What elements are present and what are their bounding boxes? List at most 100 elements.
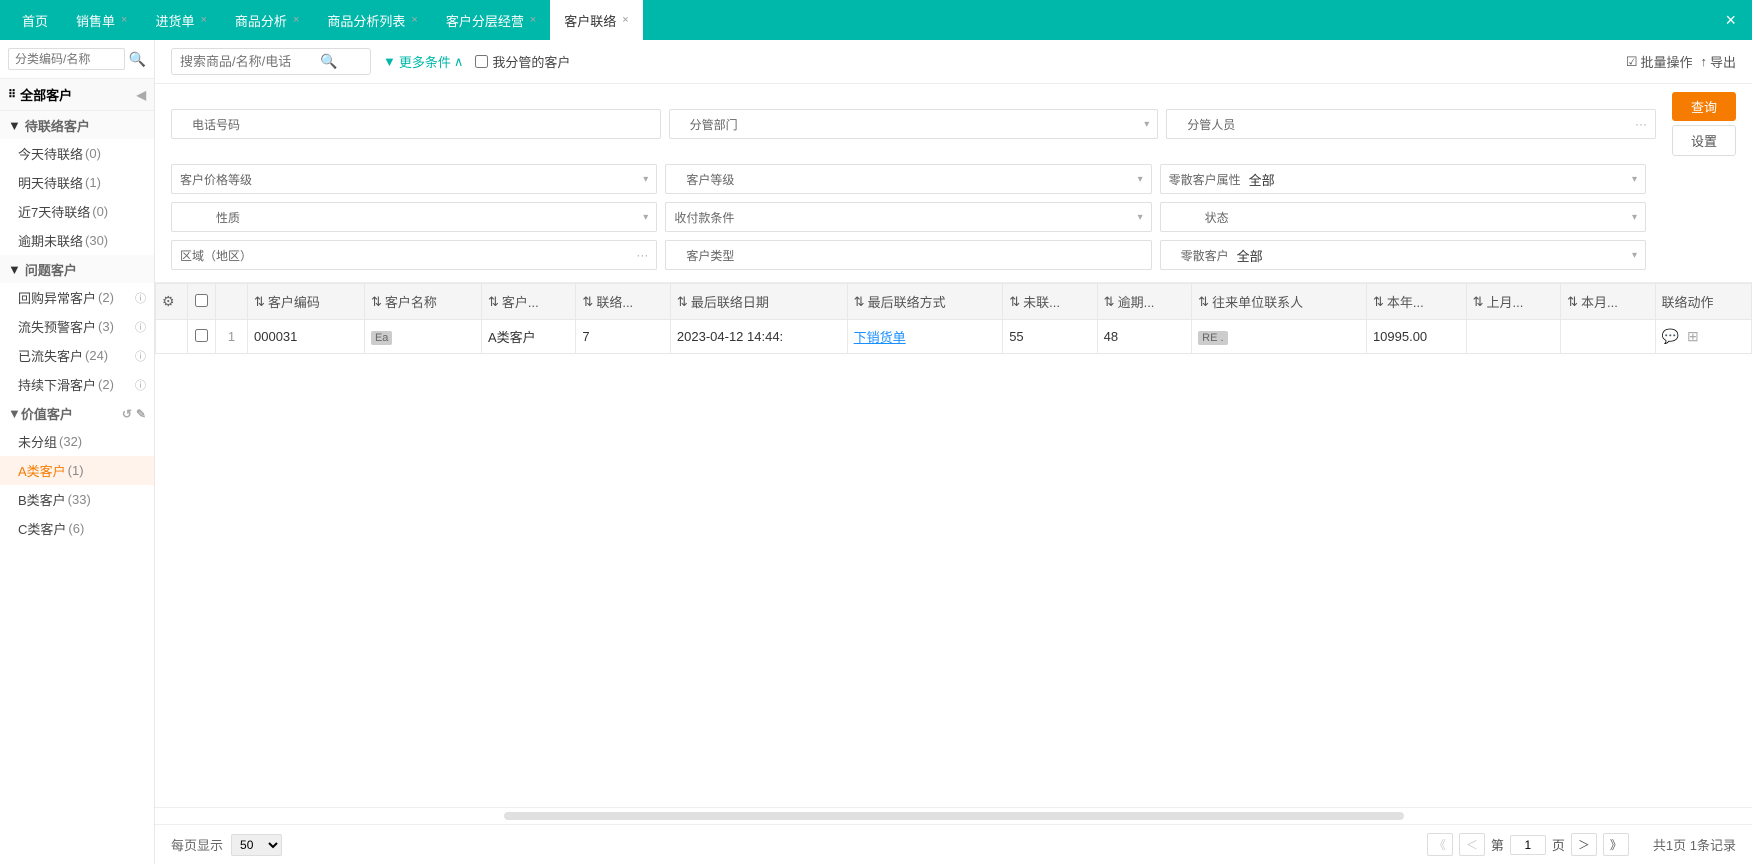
name-badge: Ea <box>371 331 392 345</box>
last-method-link[interactable]: 下销货单 <box>854 330 906 345</box>
page-size-label: 每页显示 <box>171 835 223 854</box>
sidebar-item-today-contact[interactable]: 今天待联络 (0) <box>0 139 154 168</box>
sidebar-item-churned[interactable]: 已流失客户 (24) ⓘ <box>0 341 154 370</box>
th-last-method[interactable]: ⇅ 最后联络方式 <box>847 284 1003 320</box>
td-no-contact: 55 <box>1003 320 1097 354</box>
chat-icon[interactable]: 💬 <box>1662 328 1679 345</box>
th-code[interactable]: ⇅ 客户编码 <box>248 284 365 320</box>
th-this-year[interactable]: ⇅ 本年... <box>1366 284 1466 320</box>
filter-region-input[interactable]: ··· <box>260 248 648 262</box>
edit-icon[interactable]: ✎ <box>136 407 146 421</box>
th-last-month[interactable]: ⇅ 上月... <box>1466 284 1560 320</box>
info-icon-2: ⓘ <box>135 319 146 335</box>
filter-row-2: 客户价格等级 ▾ 客户等级 ▾ 零散客户属性 全部 <box>171 164 1736 194</box>
filter-cust-level-select[interactable]: ▾ <box>742 174 1142 185</box>
close-tab-customer-tier[interactable]: × <box>530 14 536 26</box>
page-size-select[interactable]: 50 10 20 100 <box>231 834 282 856</box>
td-last-method[interactable]: 下销货单 <box>847 320 1003 354</box>
refresh-icon[interactable]: ↺ <box>122 407 132 421</box>
first-page-btn[interactable]: 《 <box>1427 833 1453 856</box>
page-input[interactable] <box>1510 835 1546 855</box>
th-last-date[interactable]: ⇅ 最后联络日期 <box>670 284 847 320</box>
prev-page-btn[interactable]: ＜ <box>1459 833 1485 856</box>
close-tab-customer-contact[interactable]: × <box>622 14 628 26</box>
sidebar-item-class-b[interactable]: B类客户 (33) <box>0 485 154 514</box>
row-checkbox-1[interactable] <box>195 329 208 342</box>
nav-tab-sales[interactable]: 销售单 × <box>62 0 141 40</box>
sidebar-item-class-a[interactable]: A类客户 (1) <box>0 456 154 485</box>
settings-col-icon[interactable]: ⚙ <box>162 293 175 310</box>
th-this-month[interactable]: ⇅ 本月... <box>1561 284 1655 320</box>
filter-dept[interactable]: 分管部门 ▾ <box>669 109 1159 139</box>
th-name[interactable]: ⇅ 客户名称 <box>364 284 481 320</box>
horizontal-scrollbar[interactable] <box>504 812 1404 820</box>
sidebar-item-tomorrow-contact[interactable]: 明天待联络 (1) <box>0 168 154 197</box>
sidebar-item-overdue-contact[interactable]: 逾期未联络 (30) <box>0 226 154 255</box>
filter-region[interactable]: 区域（地区） ··· <box>171 240 657 270</box>
th-no-contact[interactable]: ⇅ 未联... <box>1003 284 1097 320</box>
th-type[interactable]: ⇅ 客户... <box>481 284 575 320</box>
nav-tab-purchase[interactable]: 进货单 × <box>141 0 220 40</box>
last-page-btn[interactable]: 》 <box>1603 833 1629 856</box>
nav-tab-customer-tier[interactable]: 客户分层经营 × <box>432 0 550 40</box>
sidebar-item-unclassified[interactable]: 未分组 (32) <box>0 427 154 456</box>
filter-manager-select[interactable]: ··· <box>1243 117 1647 131</box>
th-settings[interactable]: ⚙ <box>156 284 188 320</box>
more-conditions-btn[interactable]: ▼ 更多条件 ∧ <box>383 52 463 71</box>
filter-retail[interactable]: 零散客户 全部 ▾ <box>1160 240 1646 270</box>
my-customers-checkbox[interactable] <box>475 55 488 68</box>
grid-icon: ⠿ <box>8 88 16 101</box>
td-last-date: 2023-04-12 14:44: <box>670 320 847 354</box>
main-search-icon[interactable]: 🔍 <box>320 53 337 70</box>
export-btn[interactable]: ↑ 导出 <box>1700 52 1736 71</box>
filter-customer-level[interactable]: 客户等级 ▾ <box>665 164 1151 194</box>
sidebar-search-icon[interactable]: 🔍 <box>129 51 146 68</box>
sidebar-item-repurchase-abnormal[interactable]: 回购异常客户 (2) ⓘ <box>0 283 154 312</box>
group-problem[interactable]: ▼ 问题客户 <box>0 255 154 283</box>
next-page-btn[interactable]: ＞ <box>1571 833 1597 856</box>
query-btn[interactable]: 查询 <box>1672 92 1736 121</box>
filter-retail-select[interactable]: 全部 ▾ <box>1237 246 1637 265</box>
td-action: 💬 ⊞ <box>1655 320 1751 354</box>
filter-retail-attr[interactable]: 零散客户属性 全部 ▾ <box>1160 164 1646 194</box>
th-unit-contact[interactable]: ⇅ 往来单位联系人 <box>1192 284 1367 320</box>
settings-btn[interactable]: 设置 <box>1672 125 1736 156</box>
filter-cust-type-label: 客户类型 <box>674 247 734 264</box>
filter-payment[interactable]: 收付款条件 ▾ <box>665 202 1151 232</box>
qr-icon[interactable]: ⊞ <box>1687 328 1699 345</box>
filter-status[interactable]: 状态 ▾ <box>1160 202 1646 232</box>
th-overdue[interactable]: ⇅ 逾期... <box>1097 284 1191 320</box>
my-customers-checkbox-area[interactable]: 我分管的客户 <box>475 52 570 71</box>
sidebar-item-class-c[interactable]: C类客户 (6) <box>0 514 154 543</box>
sidebar-all-customers[interactable]: ⠿ 全部客户 ◀ <box>0 79 154 111</box>
filter-dept-select[interactable]: ▾ <box>746 119 1150 130</box>
sidebar-search-input[interactable] <box>8 48 125 70</box>
close-tab-analysis-list[interactable]: × <box>411 14 417 26</box>
window-close-icon[interactable]: × <box>1717 10 1744 30</box>
main-search-input[interactable] <box>180 54 320 69</box>
filter-status-select[interactable]: ▾ <box>1237 212 1637 223</box>
sidebar-item-declining[interactable]: 持续下滑客户 (2) ⓘ <box>0 370 154 399</box>
close-tab-purchase[interactable]: × <box>200 14 206 26</box>
filter-retail-label: 零散客户 <box>1169 247 1229 264</box>
td-this-month <box>1561 320 1655 354</box>
nav-tab-analysis[interactable]: 商品分析 × <box>221 0 313 40</box>
sidebar-item-7day-contact[interactable]: 近7天待联络 (0) <box>0 197 154 226</box>
th-contact[interactable]: ⇅ 联络... <box>576 284 670 320</box>
filter-price-select[interactable]: ▾ <box>260 174 648 185</box>
group-contact[interactable]: ▼ 待联络客户 <box>0 111 154 139</box>
filter-payment-select[interactable]: ▾ <box>742 212 1142 223</box>
close-tab-sales[interactable]: × <box>121 14 127 26</box>
filter-nature[interactable]: 性质 ▾ <box>171 202 657 232</box>
filter-retail-attr-select[interactable]: 全部 ▾ <box>1249 170 1637 189</box>
nav-tab-customer-contact[interactable]: 客户联络 × <box>550 0 642 40</box>
filter-manager[interactable]: 分管人员 ··· <box>1166 109 1656 139</box>
close-tab-analysis[interactable]: × <box>293 14 299 26</box>
filter-price-level[interactable]: 客户价格等级 ▾ <box>171 164 657 194</box>
sidebar-item-churn-warning[interactable]: 流失预警客户 (3) ⓘ <box>0 312 154 341</box>
nav-home[interactable]: 首页 <box>8 0 62 40</box>
nav-tab-analysis-list[interactable]: 商品分析列表 × <box>313 0 431 40</box>
select-all-checkbox[interactable] <box>195 294 208 307</box>
filter-nature-select[interactable]: ▾ <box>248 212 648 223</box>
batch-op-btn[interactable]: ☑ 批量操作 <box>1626 52 1693 71</box>
